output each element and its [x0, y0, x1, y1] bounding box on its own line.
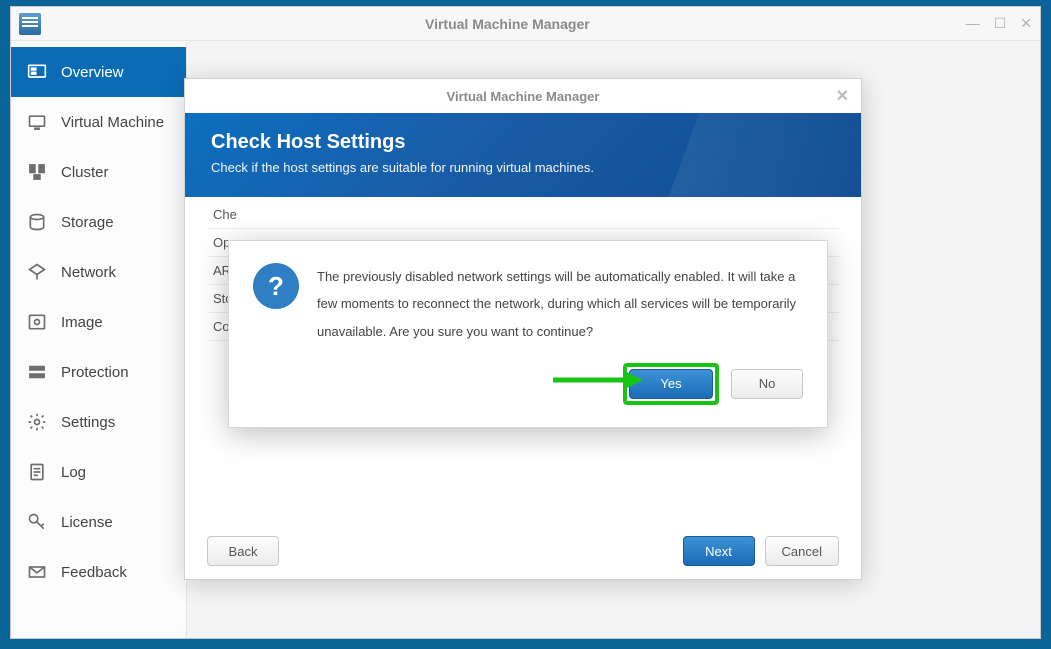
- confirm-text: The previously disabled network settings…: [317, 263, 803, 345]
- sidebar-item-label: Feedback: [61, 564, 127, 581]
- minimize-icon[interactable]: —: [966, 15, 980, 32]
- sidebar-item-virtual-machine[interactable]: Virtual Machine: [11, 97, 186, 147]
- window-title: Virtual Machine Manager: [49, 16, 966, 32]
- sidebar-item-storage[interactable]: Storage: [11, 197, 186, 247]
- question-icon: ?: [253, 263, 299, 309]
- sidebar-item-label: Overview: [61, 64, 124, 81]
- sidebar-item-image[interactable]: Image: [11, 297, 186, 347]
- close-icon[interactable]: ✕: [1020, 15, 1032, 32]
- sidebar-item-label: Protection: [61, 364, 129, 381]
- next-button[interactable]: Next: [683, 536, 755, 566]
- maximize-icon[interactable]: ☐: [994, 15, 1007, 32]
- confirm-actions: Yes No: [253, 363, 803, 405]
- titlebar: Virtual Machine Manager — ☐ ✕: [11, 7, 1040, 41]
- protection-icon: [27, 362, 47, 382]
- confirm-body: ? The previously disabled network settin…: [253, 263, 803, 345]
- gear-icon: [27, 412, 47, 432]
- sidebar-item-settings[interactable]: Settings: [11, 397, 186, 447]
- sidebar-item-overview[interactable]: Overview: [11, 47, 186, 97]
- app-icon: [19, 13, 41, 35]
- wizard-title-text: Virtual Machine Manager: [447, 89, 600, 104]
- network-icon: [27, 262, 47, 282]
- wizard-close-icon[interactable]: ✕: [836, 86, 849, 106]
- wizard-subheading: Check if the host settings are suitable …: [211, 160, 835, 175]
- sidebar-item-log[interactable]: Log: [11, 447, 186, 497]
- log-icon: [27, 462, 47, 482]
- sidebar-item-label: Network: [61, 264, 116, 281]
- no-button[interactable]: No: [731, 369, 803, 399]
- sidebar-item-license[interactable]: License: [11, 497, 186, 547]
- sidebar: Overview Virtual Machine Cluster Storage…: [11, 41, 187, 638]
- overview-icon: [27, 62, 47, 82]
- window-controls: — ☐ ✕: [966, 15, 1032, 32]
- sidebar-item-label: Log: [61, 464, 86, 481]
- sidebar-item-label: Storage: [61, 214, 114, 231]
- wizard-titlebar: Virtual Machine Manager ✕: [185, 79, 861, 113]
- sidebar-item-network[interactable]: Network: [11, 247, 186, 297]
- sidebar-item-label: Image: [61, 314, 103, 331]
- sidebar-item-label: License: [61, 514, 113, 531]
- key-icon: [27, 512, 47, 532]
- cancel-button[interactable]: Cancel: [765, 536, 839, 566]
- storage-icon: [27, 212, 47, 232]
- wizard-heading: Check Host Settings: [211, 131, 835, 154]
- cluster-icon: [27, 162, 47, 182]
- vm-icon: [27, 112, 47, 132]
- sidebar-item-cluster[interactable]: Cluster: [11, 147, 186, 197]
- annotation-arrow: [553, 370, 643, 395]
- sidebar-item-label: Virtual Machine: [61, 114, 164, 131]
- wizard-header: Check Host Settings Check if the host se…: [185, 113, 861, 197]
- check-row: Che: [207, 201, 839, 229]
- sidebar-item-label: Settings: [61, 414, 115, 431]
- sidebar-item-label: Cluster: [61, 164, 109, 181]
- wizard-footer: Back Next Cancel: [185, 523, 861, 579]
- back-button[interactable]: Back: [207, 536, 279, 566]
- confirm-dialog: ? The previously disabled network settin…: [228, 240, 828, 428]
- image-icon: [27, 312, 47, 332]
- sidebar-item-protection[interactable]: Protection: [11, 347, 186, 397]
- envelope-icon: [27, 562, 47, 582]
- sidebar-item-feedback[interactable]: Feedback: [11, 547, 186, 597]
